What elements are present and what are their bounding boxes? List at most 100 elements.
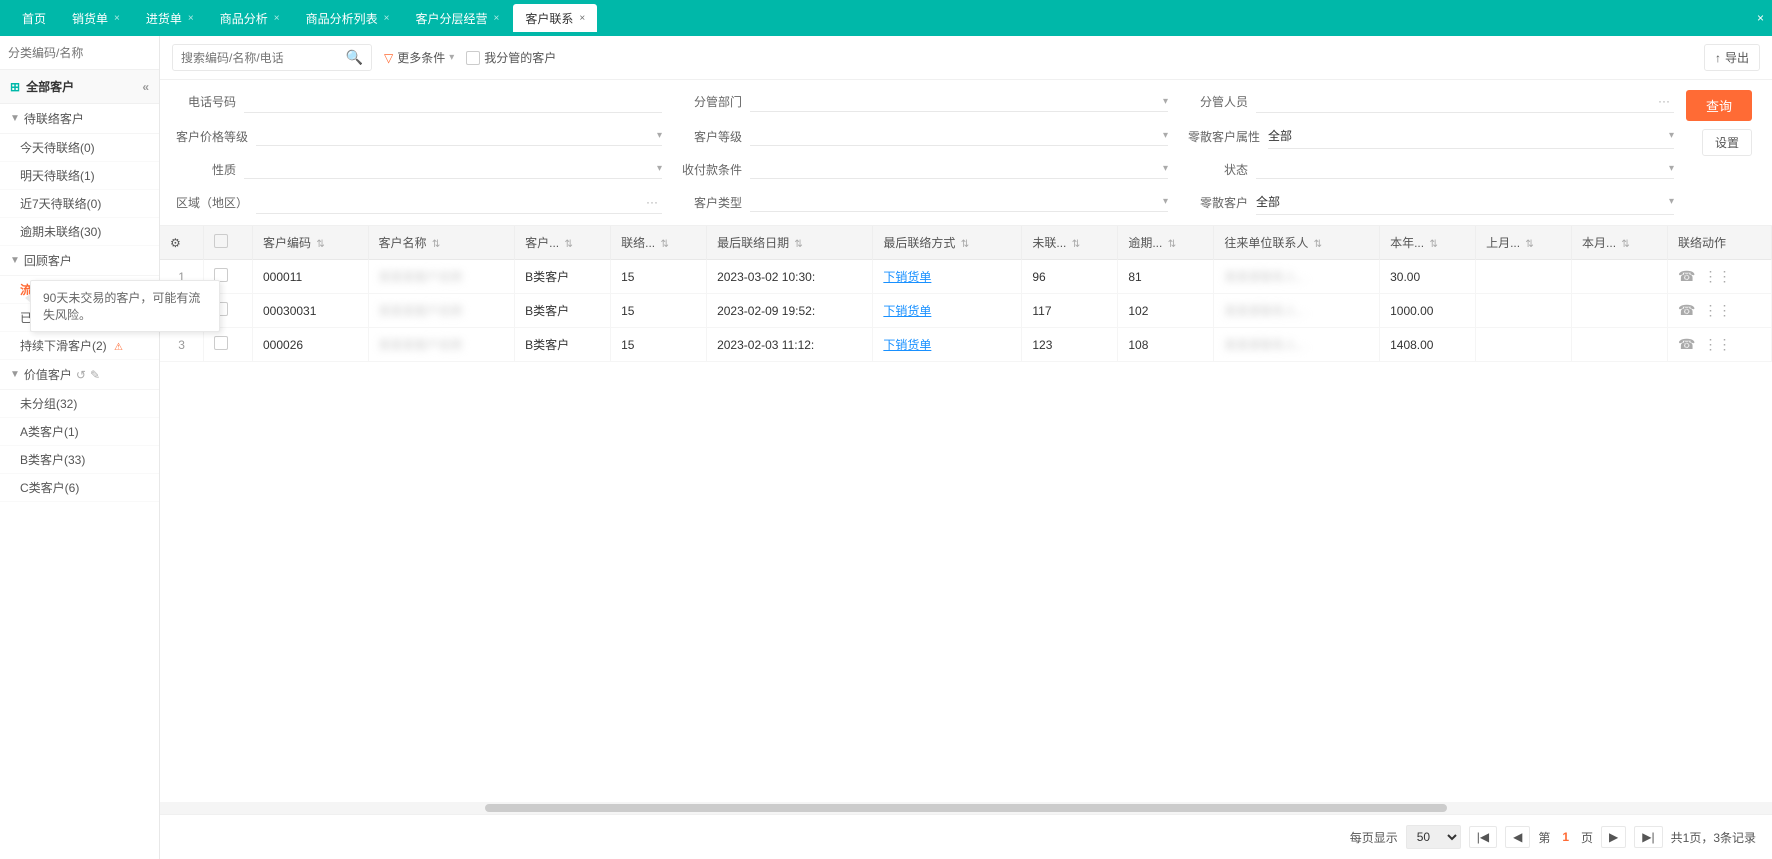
tab-product-list-close[interactable]: × [384,13,390,24]
table-row: 1 000011 某某某客户名称 B类客户 15 2023-03-02 10:3… [160,260,1772,294]
main-search-box[interactable]: 🔍 [172,44,372,71]
filter-nature: 性质 ▾ [176,159,662,179]
sidebar-item-week[interactable]: 近7天待联络(0) [0,190,159,218]
customer-level-dropdown-icon: ▾ [1163,130,1168,141]
filter-phone: 电话号码 [176,90,662,113]
tab-home[interactable]: 首页 [8,4,60,32]
filter-region-select[interactable]: ··· [256,191,662,214]
tab-customer-tier-close[interactable]: × [493,13,499,24]
col-this-year[interactable]: 本年... ⇅ [1380,226,1476,260]
filter-manager-ellipsis[interactable]: ··· [1654,94,1674,108]
filter-phone-input[interactable] [244,90,662,113]
contact-action-icon[interactable]: ☎ [1678,268,1695,285]
filter-zero-customer-select[interactable]: 全部 ▾ [1256,189,1674,215]
row-name: 某某某客户名称 [368,260,515,294]
filter-region-ellipsis[interactable]: ··· [642,195,662,209]
col-overdue[interactable]: 逾期... ⇅ [1118,226,1214,260]
my-customers-checkbox-box[interactable] [466,51,480,65]
filter-customer-level-select[interactable]: ▾ [750,126,1168,146]
sidebar-item-tomorrow[interactable]: 明天待联络(1) [0,162,159,190]
sidebar-item-class-c[interactable]: C类客户(6) [0,474,159,502]
tab-sales[interactable]: 销货单 × [60,4,132,32]
filter-nature-select[interactable]: ▾ [244,159,662,179]
main-search-input[interactable] [181,51,346,65]
row-last-method[interactable]: 下销货单 [873,328,1022,362]
my-customers-checkbox[interactable]: 我分管的客户 [466,49,556,66]
sidebar-item-overdue[interactable]: 逾期未联络(30) [0,218,159,246]
col-settings[interactable]: ⚙ [160,226,204,260]
row-last-method[interactable]: 下销货单 [873,260,1022,294]
table-header-row: ⚙ 客户编码 ⇅ 客户名称 ⇅ 客户... ⇅ 联络... ⇅ 最后联络日期 ⇅… [160,226,1772,260]
col-code[interactable]: 客户编码 ⇅ [253,226,369,260]
sidebar-item-class-a[interactable]: A类客户(1) [0,418,159,446]
filter-price-level-select[interactable]: ▾ [256,126,662,146]
row-this-month [1572,260,1668,294]
sidebar-group-pending[interactable]: ▼ 待联络客户 [0,104,159,134]
col-contacts[interactable]: 联络... ⇅ [611,226,707,260]
tab-customer-contact[interactable]: 客户联系 × [513,4,597,32]
col-this-month[interactable]: 本月... ⇅ [1572,226,1668,260]
col-not-contacted[interactable]: 未联... ⇅ [1022,226,1118,260]
more-action-icon[interactable]: ⋮⋮ [1703,302,1731,319]
filter-status-select[interactable]: ▾ [1256,159,1674,179]
more-action-icon[interactable]: ⋮⋮ [1703,268,1731,285]
settings-button[interactable]: 设置 [1702,129,1752,156]
filter-manager-select[interactable]: ··· [1256,90,1674,113]
row-select-checkbox[interactable] [214,336,228,350]
col-last-method[interactable]: 最后联络方式 ⇅ [873,226,1022,260]
col-name[interactable]: 客户名称 ⇅ [368,226,515,260]
last-page-button[interactable]: ▶| [1634,826,1662,848]
sidebar-search-input[interactable] [8,46,160,60]
row-last-date: 2023-02-03 11:12: [707,328,873,362]
sort-name-icon: ⇅ [432,239,440,250]
col-checkbox[interactable] [204,226,253,260]
row-last-month [1476,260,1572,294]
row-last-method[interactable]: 下销货单 [873,294,1022,328]
row-contacts: 15 [611,260,707,294]
more-conditions-button[interactable]: ▽ 更多条件 ▾ [384,49,454,66]
query-button[interactable]: 查询 [1686,90,1752,121]
col-last-date[interactable]: 最后联络日期 ⇅ [707,226,873,260]
sidebar-item-ungroup[interactable]: 未分组(32) [0,390,159,418]
col-last-month[interactable]: 上月... ⇅ [1476,226,1572,260]
sidebar-item-class-b[interactable]: B类客户(33) [0,446,159,474]
tab-purchase-close[interactable]: × [188,13,194,24]
page-size-select[interactable]: 50 100 200 [1406,825,1461,849]
sidebar-item-declining[interactable]: 持续下滑客户(2) ⚠ [0,332,159,360]
main-search-icon[interactable]: 🔍 [346,49,363,66]
contact-action-icon[interactable]: ☎ [1678,336,1695,353]
sidebar-search-box[interactable]: 🔍 [0,36,159,70]
filter-dept-select[interactable]: ▾ [750,92,1168,112]
filter-zero-attr-select[interactable]: 全部 ▾ [1268,123,1674,149]
tab-product-list[interactable]: 商品分析列表 × [294,4,402,32]
col-type[interactable]: 客户... ⇅ [515,226,611,260]
sidebar-group-value[interactable]: ▼ 价值客户 ↺ ✎ [0,360,159,390]
row-this-year: 30.00 [1380,260,1476,294]
edit-icon[interactable]: ✎ [90,368,100,382]
filter-payment: 收付款条件 ▾ [682,159,1168,179]
col-contact-person[interactable]: 往来单位联系人 ⇅ [1214,226,1380,260]
filter-payment-select[interactable]: ▾ [750,159,1168,179]
sidebar-group-review[interactable]: ▼ 回顾客户 [0,246,159,276]
tab-purchase[interactable]: 进货单 × [134,4,206,32]
sidebar-all-customers[interactable]: ⊞ 全部客户 « [0,70,159,104]
contact-action-icon[interactable]: ☎ [1678,302,1695,319]
first-page-button[interactable]: |◀ [1469,826,1497,848]
tab-product-analysis[interactable]: 商品分析 × [208,4,292,32]
close-all-button[interactable]: × [1757,9,1764,27]
tab-product-analysis-close[interactable]: × [274,13,280,24]
select-all-checkbox[interactable] [214,234,228,248]
tab-customer-tier[interactable]: 客户分层经营 × [403,4,511,32]
export-button[interactable]: ↑ 导出 [1704,44,1760,71]
prev-page-button[interactable]: ◀ [1505,826,1530,848]
sidebar-collapse-icon[interactable]: « [142,80,149,94]
sidebar-item-today[interactable]: 今天待联络(0) [0,134,159,162]
horizontal-scrollbar[interactable] [160,802,1772,814]
filter-customer-type-select[interactable]: ▾ [750,192,1168,212]
refresh-icon[interactable]: ↺ [76,368,86,382]
more-action-icon[interactable]: ⋮⋮ [1703,336,1731,353]
next-page-button[interactable]: ▶ [1601,826,1626,848]
tab-customer-contact-close[interactable]: × [579,13,585,24]
tab-sales-close[interactable]: × [114,13,120,24]
row-checkbox[interactable] [204,328,253,362]
